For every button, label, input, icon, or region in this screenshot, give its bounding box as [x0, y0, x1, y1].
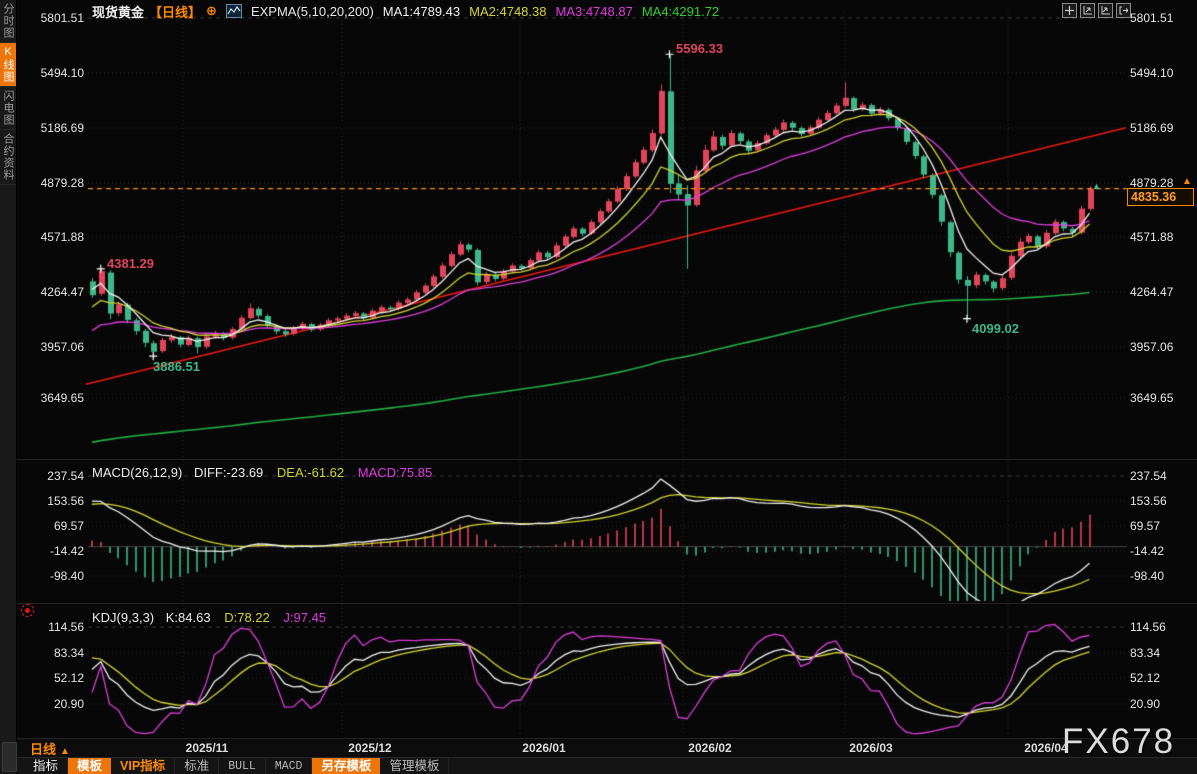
annotation-label: 4099.02 [972, 321, 1019, 336]
exit-chart-icon[interactable] [1116, 3, 1131, 18]
kdj-title: KDJ(9,3,3) [92, 610, 155, 625]
macd-axis-label: 153.56 [47, 494, 84, 508]
price-axis-label: 4264.47 [1130, 285, 1174, 299]
x-axis-label: 2026/02 [688, 741, 732, 755]
price-up-arrow-icon: ▲ [1182, 176, 1192, 187]
kdj-axis-label: 114.56 [48, 620, 84, 634]
x-axis-label: 2025/11 [185, 741, 229, 755]
price-axis-label: 4571.88 [40, 230, 84, 244]
macd-axis-label: 69.57 [53, 519, 84, 533]
toolbar-standard-button[interactable]: 标准 [175, 758, 220, 774]
kdj-d-value: D:78.22 [224, 610, 270, 625]
macd-panel-header: MACD(26,12,9) DIFF:-23.69 DEA:-61.62 MAC… [92, 465, 432, 480]
zoom-axis-icon[interactable] [1080, 3, 1095, 18]
app-window: 分时图 K线图 闪电图 合约资料 现货黄金 【日线】 ⊕ EXPMA(5,10,… [0, 0, 1197, 774]
kdj-axis-label: 52.12 [1130, 671, 1161, 685]
indicator-chart-icon [225, 4, 242, 18]
ma1-value: MA1:4789.43 [382, 3, 461, 19]
red-dot-icon [21, 604, 34, 617]
toolbar-save-template-button[interactable]: 另存模板 [312, 758, 381, 774]
price-axis-label: 3649.65 [1130, 391, 1174, 405]
macd-axis-label: 237.54 [1130, 469, 1167, 483]
annotation-label: 3886.51 [153, 359, 200, 374]
toolbar-template-button[interactable]: 模板 [68, 758, 112, 774]
macd-dea-value: DEA:-61.62 [276, 465, 345, 480]
sidebar: 分时图 K线图 闪电图 合约资料 [0, 0, 17, 774]
toolbar-manage-template-button[interactable]: 管理模板 [380, 758, 450, 774]
period-tag: 【日线】 [149, 4, 202, 20]
x-axis-label: 2026/03 [849, 741, 893, 755]
x-axis-label: 2025/12 [348, 741, 392, 755]
toolbar-macd-button[interactable]: MACD [266, 758, 313, 774]
current-price-badge: 4835.36 [1127, 188, 1194, 206]
bottom-toolbar: 指标 模板 VIP指标 标准 BULL MACD 另存模板 管理模板 [16, 757, 1197, 774]
kdj-axis-label: 52.12 [53, 671, 84, 685]
price-axis-label: 5186.69 [1130, 121, 1174, 135]
price-axis-label: 5494.10 [40, 66, 84, 80]
chart-header: 现货黄金 【日线】 ⊕ EXPMA(5,10,20,200) MA1:4789.… [16, 0, 719, 22]
ma4-value: MA4:4291.72 [641, 3, 720, 19]
macd-diff-value: DIFF:-23.69 [193, 465, 264, 480]
macd-axis-label: 69.57 [1130, 519, 1161, 533]
macd-axis-label: -14.42 [49, 544, 84, 558]
sidebar-collapse-button[interactable] [2, 742, 17, 772]
period-label: 日线 [30, 742, 57, 757]
price-axis-label: 5801.51 [1130, 11, 1174, 25]
sidebar-tab-time-chart[interactable]: 分时图 [0, 0, 16, 43]
sidebar-tab-kline-chart[interactable]: K线图 [0, 43, 16, 87]
pan-axis-icon[interactable] [1098, 3, 1113, 18]
ma3-value: MA3:4748.87 [555, 3, 633, 19]
chevron-up-icon: ▲ [60, 746, 70, 757]
macd-macd-value: MACD:75.85 [357, 465, 433, 480]
annotation-label: 5596.33 [676, 41, 723, 56]
price-axis-label: 4264.47 [40, 285, 84, 299]
macd-axis-label: 237.54 [47, 469, 84, 483]
kdj-panel-header: KDJ(9,3,3) K:84.63 D:78.22 J:97.45 [92, 610, 326, 625]
price-axis-label: 5494.10 [1130, 66, 1174, 80]
kdj-j-value: J:97.45 [283, 610, 327, 625]
kdj-axis-label: 114.56 [1130, 620, 1166, 634]
ma2-value: MA2:4748.38 [469, 3, 547, 19]
toolbar-bull-button[interactable]: BULL [219, 758, 266, 774]
chart-canvas[interactable] [0, 0, 1197, 774]
panel-divider [16, 603, 1197, 604]
price-axis-label: 3649.65 [40, 391, 84, 405]
panel-divider [16, 459, 1197, 460]
toolbar-indicator-button[interactable]: 指标 [24, 758, 69, 774]
watermark: FX678 [1062, 722, 1176, 761]
price-axis-label: 5186.69 [40, 121, 84, 135]
last-price-arrow-icon: ▲ [1092, 181, 1101, 191]
indicator-formula: EXPMA(5,10,20,200) [250, 3, 374, 19]
macd-axis-label: -98.40 [49, 569, 84, 583]
kdj-axis-label: 20.90 [53, 697, 84, 711]
annotation-label: 4381.29 [107, 256, 154, 271]
price-axis-label: 4879.28 [40, 176, 84, 190]
kdj-k-value: K:84.63 [165, 610, 211, 625]
symbol-title: 现货黄金 [92, 4, 145, 20]
price-axis-label: 3957.06 [40, 340, 84, 354]
kdj-axis-label: 83.34 [53, 646, 84, 660]
price-axis-label: 4571.88 [1130, 230, 1174, 244]
macd-axis-label: 153.56 [1130, 494, 1167, 508]
x-axis-label: 2026/01 [522, 741, 566, 755]
kdj-axis-label: 20.90 [1130, 697, 1161, 711]
macd-axis-label: -14.42 [1130, 544, 1165, 558]
macd-axis-label: -98.40 [1130, 569, 1165, 583]
crosshair-icon[interactable] [1062, 3, 1077, 18]
window-controls [1062, 3, 1131, 18]
price-axis-label: 3957.06 [1130, 340, 1174, 354]
kdj-axis-label: 83.34 [1130, 646, 1161, 660]
period-selector[interactable]: 日线 ▲ [30, 739, 70, 758]
plus-circle-icon[interactable]: ⊕ [206, 3, 217, 19]
sidebar-tab-contract-info[interactable]: 合约资料 [0, 130, 16, 185]
sidebar-tab-lightning-chart[interactable]: 闪电图 [0, 87, 16, 130]
toolbar-vip-indicator-button[interactable]: VIP指标 [111, 758, 176, 774]
macd-title: MACD(26,12,9) [92, 465, 183, 480]
